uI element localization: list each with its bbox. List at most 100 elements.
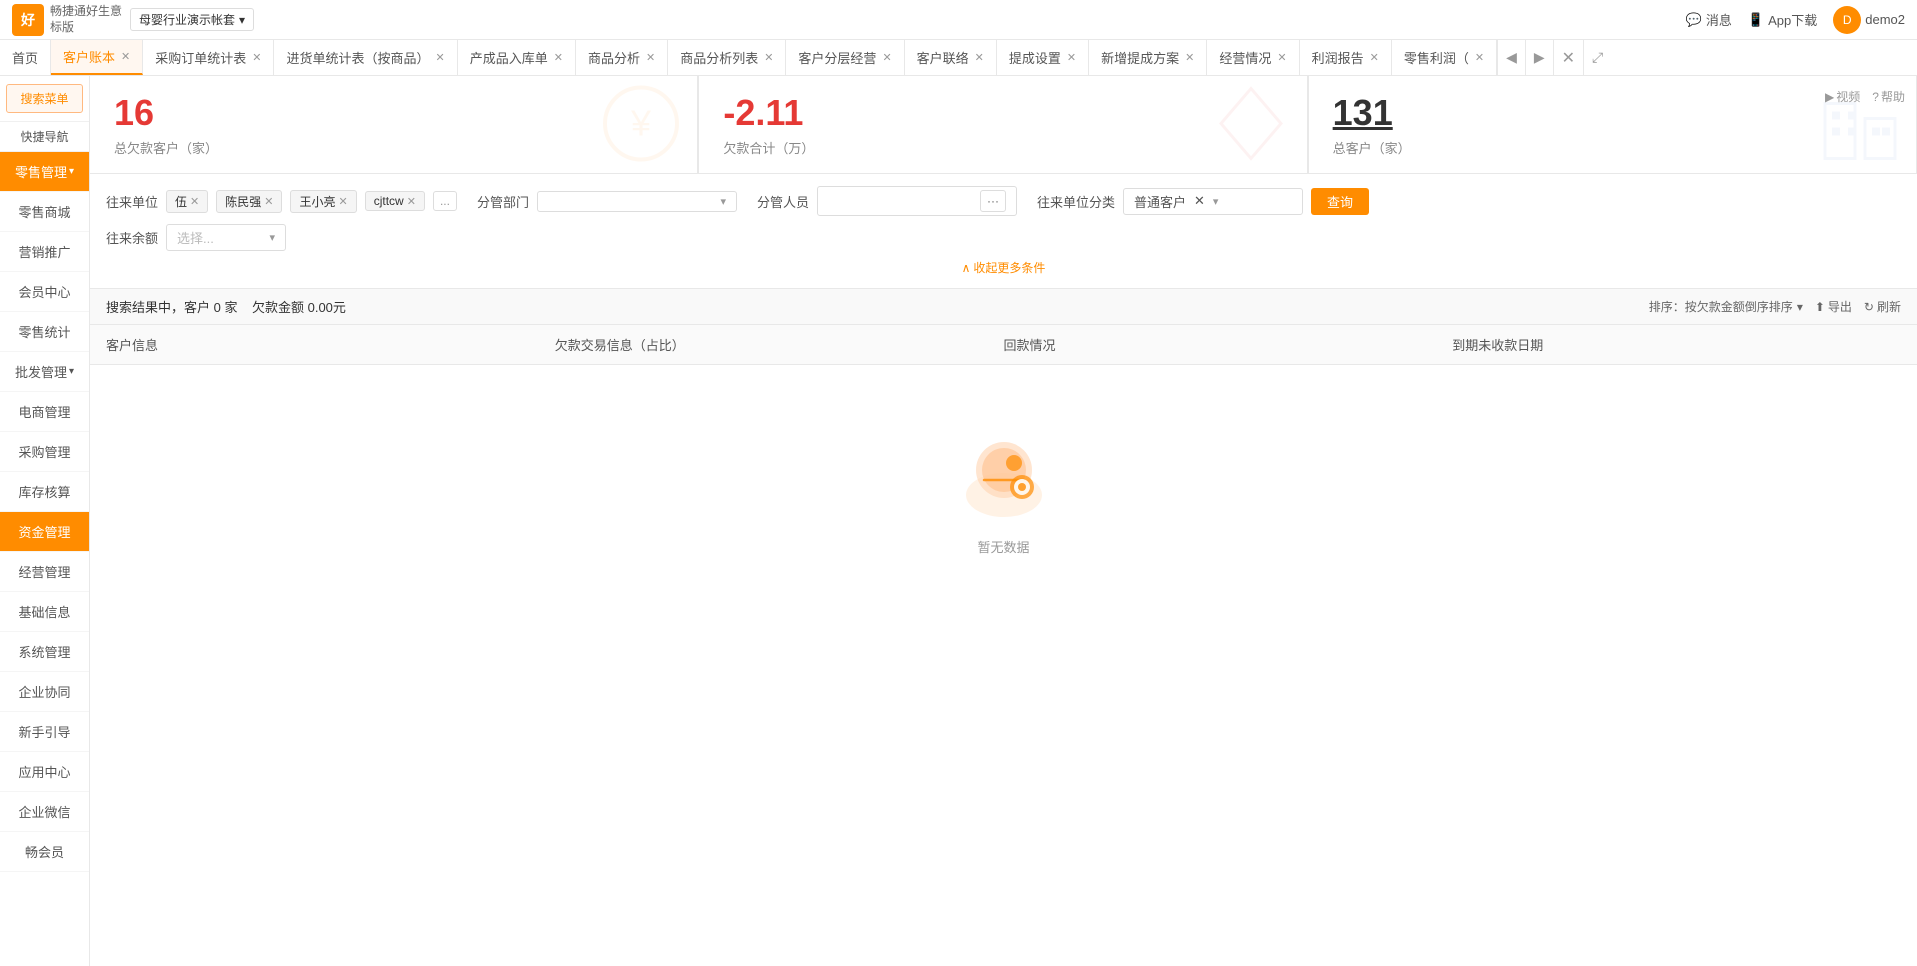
tab-profit-report[interactable]: 利润报告 ✕ [1300, 40, 1392, 75]
tab-close-product-analysis[interactable]: ✕ [646, 51, 655, 64]
th-repayment: 回款情况 [1004, 335, 1453, 354]
tab-bar: 首页 客户账本 ✕ 采购订单统计表 ✕ 进货单统计表（按商品） ✕ 产成品入库单… [0, 40, 1917, 76]
app-download-btn[interactable]: 📱 App下载 [1748, 10, 1817, 29]
tab-close-stock-stats[interactable]: ✕ [436, 51, 445, 64]
sidebar-item-member-center[interactable]: 会员中心 [0, 272, 89, 312]
tab-close-profit-report[interactable]: ✕ [1370, 51, 1379, 64]
tab-new-promotion[interactable]: 新增提成方案 ✕ [1089, 40, 1207, 75]
chevron-down-icon: ▾ [69, 366, 74, 377]
sidebar-item-finance[interactable]: 资金管理 [0, 512, 89, 552]
tab-promotion-settings[interactable]: 提成设置 ✕ [997, 40, 1089, 75]
result-sort: 排序：按欠款金额倒序排序 ▾ [1649, 298, 1803, 315]
sidebar-item-operations[interactable]: 经营管理 [0, 552, 89, 592]
sidebar-item-purchase-manage[interactable]: 采购管理 [0, 432, 89, 472]
tab-nav-maximize[interactable]: ⤢ [1583, 40, 1611, 75]
tab-customer-balance[interactable]: 客户账本 ✕ [51, 40, 143, 75]
help-icon: ? [1872, 90, 1879, 104]
person-select[interactable]: ··· [817, 186, 1017, 216]
message-icon: 💬 [1686, 12, 1702, 28]
tab-production-stock[interactable]: 产成品入库单 ✕ [458, 40, 576, 75]
tab-nav-close-all[interactable]: ✕ [1553, 40, 1583, 75]
tab-close-customer-segment[interactable]: ✕ [882, 51, 891, 64]
th-customer: 客户信息 [106, 335, 555, 354]
tab-product-analysis[interactable]: 商品分析 ✕ [576, 40, 668, 75]
unit-tag-chen[interactable]: 陈民强 ✕ [216, 190, 282, 213]
stats-bar: ¥ 16 总欠款客户（家） -2.11 欠款合计（万） [90, 76, 1917, 174]
tab-customer-contact[interactable]: 客户联络 ✕ [905, 40, 997, 75]
unit-tag-wu[interactable]: 伍 ✕ [166, 190, 208, 213]
tab-close-promotion-settings[interactable]: ✕ [1067, 51, 1076, 64]
tab-retail-profit[interactable]: 零售利润（ ✕ [1392, 40, 1497, 75]
unit-tag-wang[interactable]: 王小亮 ✕ [290, 190, 356, 213]
sidebar-item-retail-stats[interactable]: 零售统计 [0, 312, 89, 352]
overdue-amount-label: 欠款合计（万） [723, 138, 1282, 157]
tab-home[interactable]: 首页 [0, 40, 51, 75]
industry-selector[interactable]: 母婴行业演示帐套 ▾ [130, 8, 254, 31]
tab-close-retail-profit[interactable]: ✕ [1475, 51, 1484, 64]
tab-customer-segment[interactable]: 客户分层经营 ✕ [786, 40, 904, 75]
unit-class-tag-close[interactable]: ✕ [1194, 193, 1205, 209]
chevron-up-icon: ∧ [962, 261, 971, 275]
sidebar-item-wholesale-manage[interactable]: 批发管理 ▾ [0, 352, 89, 392]
tab-close-new-promotion[interactable]: ✕ [1185, 51, 1194, 64]
sidebar-item-member[interactable]: 畅会员 [0, 832, 89, 872]
messages-btn[interactable]: 💬 消息 [1686, 10, 1732, 29]
refresh-btn[interactable]: ↻ 刷新 [1864, 298, 1901, 315]
unit-more-btn[interactable]: ... [433, 191, 457, 211]
sidebar-item-enterprise-wechat[interactable]: 企业微信 [0, 792, 89, 832]
tab-nav-left[interactable]: ◀ [1497, 40, 1525, 75]
dept-select[interactable]: ▾ [537, 191, 737, 212]
sidebar-search-btn[interactable]: 搜索菜单 [6, 84, 83, 113]
unit-tag-chen-close[interactable]: ✕ [264, 195, 273, 208]
unit-tag-cjttcw[interactable]: cjttcw ✕ [365, 191, 425, 211]
sidebar-item-new-guide[interactable]: 新手引导 [0, 712, 89, 752]
stat-actions: ▶ 视频 ? 帮助 [1825, 88, 1905, 105]
person-filter-label: 分管人员 [757, 192, 809, 211]
export-btn[interactable]: ⬆ 导出 [1815, 298, 1852, 315]
overdue-customers-label: 总欠款客户（家） [114, 138, 673, 157]
tab-nav-right[interactable]: ▶ [1525, 40, 1553, 75]
table-header: 客户信息 欠款交易信息（占比） 回款情况 到期未收款日期 [90, 325, 1917, 365]
tab-close-production-stock[interactable]: ✕ [554, 51, 563, 64]
total-customers-label: 总客户（家） [1333, 138, 1892, 157]
sidebar-item-retail-mall[interactable]: 零售商城 [0, 192, 89, 232]
empty-icon [954, 425, 1054, 525]
unit-tag-wang-close[interactable]: ✕ [339, 195, 348, 208]
tab-product-analysis-list[interactable]: 商品分析列表 ✕ [668, 40, 786, 75]
unit-class-filter-label: 往来单位分类 [1037, 192, 1115, 211]
tab-business-status[interactable]: 经营情况 ✕ [1207, 40, 1299, 75]
sidebar-item-enterprise[interactable]: 企业协同 [0, 672, 89, 712]
collapse-btn[interactable]: ∧ 收起更多条件 [962, 259, 1046, 276]
unit-filter-label: 往来单位 [106, 192, 158, 211]
avatar: D [1833, 6, 1861, 34]
user-menu[interactable]: D demo2 [1833, 6, 1905, 34]
unit-tag-cjttcw-close[interactable]: ✕ [407, 195, 416, 208]
sidebar-quick-nav[interactable]: 快捷导航 [0, 122, 89, 152]
tab-close-business-status[interactable]: ✕ [1277, 51, 1286, 64]
person-extra-btn[interactable]: ··· [980, 190, 1006, 212]
filter-row-2: 往来余额 选择... ▾ [106, 224, 1901, 251]
tab-close-customer-balance[interactable]: ✕ [121, 50, 130, 63]
sidebar-item-retail-manage[interactable]: 零售管理 ▾ [0, 152, 89, 192]
query-button[interactable]: 查询 [1311, 188, 1369, 215]
sidebar-item-basic-info[interactable]: 基础信息 [0, 592, 89, 632]
video-help-btn[interactable]: ▶ 视频 [1825, 88, 1860, 105]
sidebar-item-app-center[interactable]: 应用中心 [0, 752, 89, 792]
help-btn[interactable]: ? 帮助 [1872, 88, 1905, 105]
logo-area: 好 畅捷通好生意 标版 [12, 4, 122, 36]
unit-tag-wu-close[interactable]: ✕ [190, 195, 199, 208]
video-icon: ▶ [1825, 90, 1834, 104]
tab-purchase-order[interactable]: 采购订单统计表 ✕ [143, 40, 274, 75]
overdue-customers-number: 16 [114, 92, 673, 134]
tab-close-product-analysis-list[interactable]: ✕ [764, 51, 773, 64]
tab-stock-stats[interactable]: 进货单统计表（按商品） ✕ [274, 40, 457, 75]
sidebar-item-system[interactable]: 系统管理 [0, 632, 89, 672]
tab-close-customer-contact[interactable]: ✕ [975, 51, 984, 64]
sidebar-item-ecommerce[interactable]: 电商管理 [0, 392, 89, 432]
unit-class-select[interactable]: 普通客户 ✕ ▾ [1123, 188, 1303, 215]
filter-row-1: 往来单位 伍 ✕ 陈民强 ✕ 王小亮 ✕ cjttcw ✕ [106, 186, 1901, 216]
tab-close-purchase-order[interactable]: ✕ [252, 51, 261, 64]
balance-select[interactable]: 选择... ▾ [166, 224, 286, 251]
sidebar-item-inventory[interactable]: 库存核算 [0, 472, 89, 512]
sidebar-item-marketing[interactable]: 营销推广 [0, 232, 89, 272]
